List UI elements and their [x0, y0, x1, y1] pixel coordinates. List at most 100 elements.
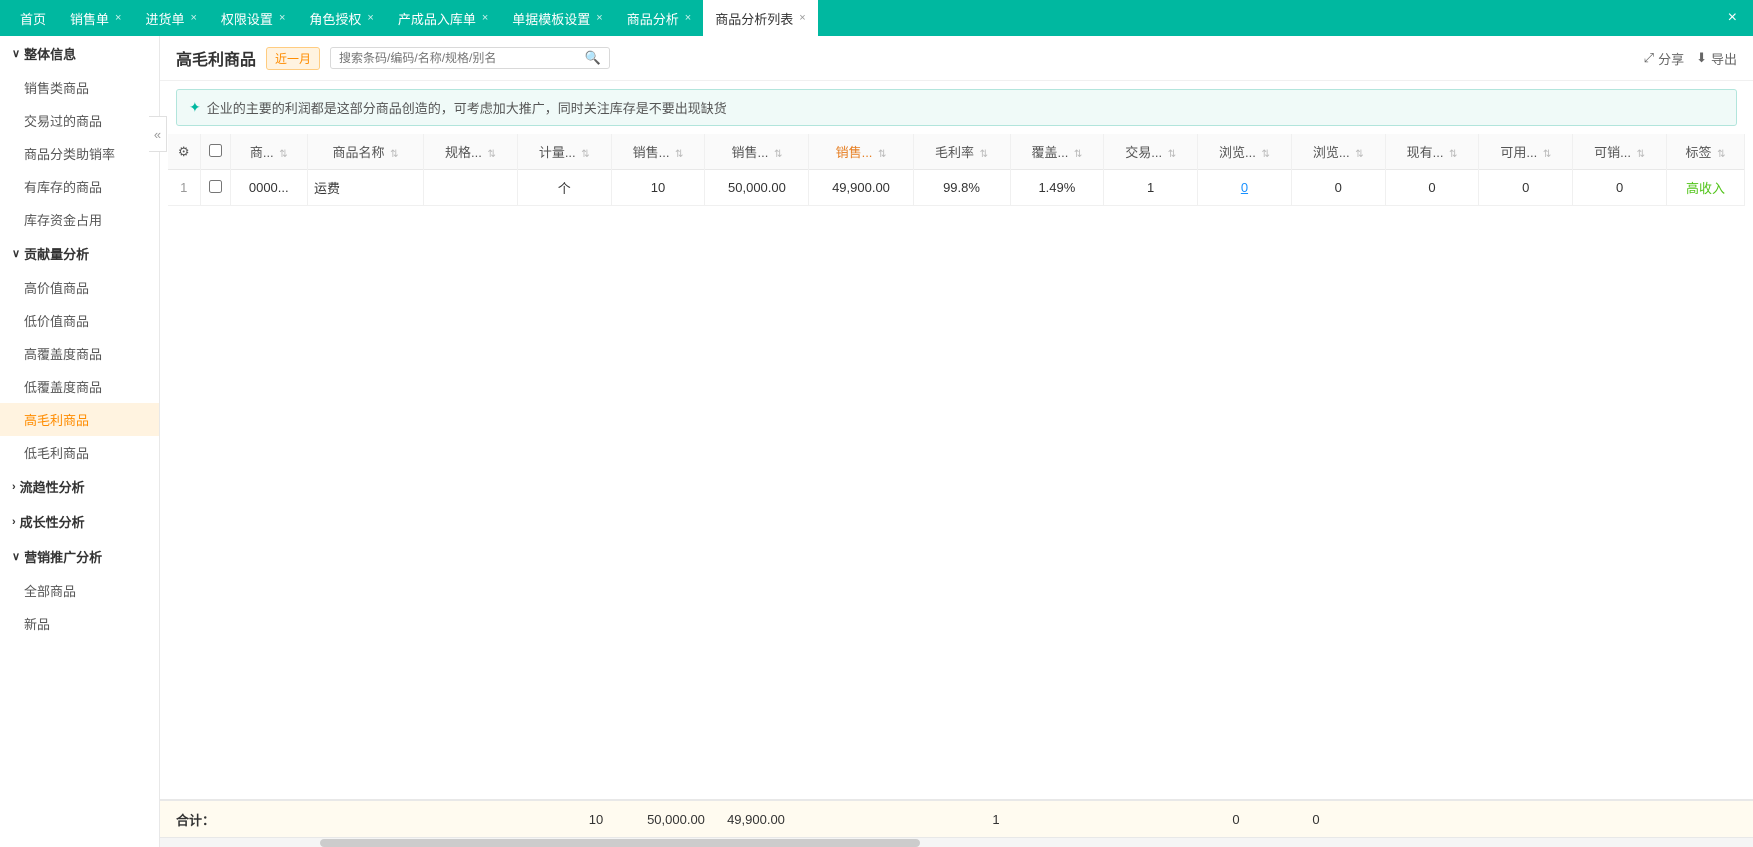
sidebar-group-overall[interactable]: ∨ 整体信息	[0, 36, 159, 71]
sidebar-collapse-button[interactable]: «	[149, 116, 167, 152]
select-all-checkbox[interactable]	[209, 144, 222, 157]
col-sales-qty[interactable]: 销售... ⇅	[611, 134, 705, 170]
nav-item-permissions[interactable]: 权限设置 ×	[209, 0, 297, 36]
sidebar-item-low-margin[interactable]: 低毛利商品	[0, 436, 159, 469]
sidebar-item-category-rate[interactable]: 商品分类助销率	[0, 137, 159, 170]
col-coverage[interactable]: 覆盖... ⇅	[1010, 134, 1104, 170]
export-button[interactable]: ⬇ 导出	[1696, 49, 1737, 68]
sidebar-item-high-margin[interactable]: 高毛利商品	[0, 403, 159, 436]
col-tag[interactable]: 标签 ⇅	[1666, 134, 1744, 170]
nav-item-sales[interactable]: 销售单 ×	[58, 0, 133, 36]
chevron-down-icon: ∨	[12, 550, 20, 563]
nav-close-product-analysis-list[interactable]: ×	[799, 12, 805, 24]
row-code: 0000...	[230, 170, 308, 206]
row-views2: 0	[1291, 170, 1385, 206]
nav-item-roles[interactable]: 角色授权 ×	[297, 0, 385, 36]
table-row: 1 0000... 运费 个 10 50,000.00 49,900.00 99…	[168, 170, 1745, 206]
sidebar-item-stock-capital[interactable]: 库存资金占用	[0, 203, 159, 236]
row-spec	[424, 170, 518, 206]
window-close-button[interactable]: ×	[1720, 9, 1745, 27]
col-current-stock[interactable]: 现有... ⇅	[1385, 134, 1479, 170]
page-title: 高毛利商品	[176, 46, 256, 70]
row-sales-qty: 10	[611, 170, 705, 206]
time-filter-button[interactable]: 近一月	[266, 47, 320, 70]
nav-close-purchase[interactable]: ×	[190, 12, 196, 24]
sidebar-group-growth[interactable]: › 成长性分析	[0, 504, 159, 539]
col-code[interactable]: 商... ⇅	[230, 134, 308, 170]
col-available[interactable]: 可用... ⇅	[1479, 134, 1573, 170]
footer-current-stock: 0	[1196, 812, 1276, 827]
sidebar-group-marketing[interactable]: ∨ 营销推广分析	[0, 539, 159, 574]
nav-close-sales[interactable]: ×	[115, 12, 121, 24]
export-icon: ⬇	[1696, 50, 1707, 66]
nav-item-purchase[interactable]: 进货单 ×	[133, 0, 208, 36]
sidebar-item-high-value[interactable]: 高价值商品	[0, 271, 159, 304]
footer-bar: 合计： 10 50,000.00 49,900.00 1 0 0	[160, 799, 1753, 837]
nav-close-product-inbound[interactable]: ×	[482, 12, 488, 24]
nav-item-product-analysis-list[interactable]: 商品分析列表 ×	[703, 0, 817, 36]
footer-sales-cost: 49,900.00	[716, 812, 796, 827]
nav-item-home[interactable]: 首页	[8, 0, 58, 36]
col-views1[interactable]: 浏览... ⇅	[1198, 134, 1292, 170]
row-sales-cost: 49,900.00	[809, 170, 913, 206]
share-button[interactable]: ⤢ 分享	[1644, 49, 1684, 68]
col-spec[interactable]: 规格... ⇅	[424, 134, 518, 170]
row-name: 运费	[308, 170, 424, 206]
row-unit: 个	[517, 170, 611, 206]
sidebar-item-low-value[interactable]: 低价值商品	[0, 304, 159, 337]
table-container[interactable]: ⚙ 商... ⇅ 商品名称 ⇅ 规格... ⇅ 计量... ⇅ 销售... ⇅ …	[160, 134, 1753, 799]
sidebar: ∨ 整体信息 销售类商品 交易过的商品 商品分类助销率 有库存的商品 库存资金占…	[0, 36, 160, 847]
col-name[interactable]: 商品名称 ⇅	[308, 134, 424, 170]
sidebar-item-all-goods[interactable]: 全部商品	[0, 574, 159, 607]
sidebar-item-high-coverage[interactable]: 高覆盖度商品	[0, 337, 159, 370]
sidebar-item-low-coverage[interactable]: 低覆盖度商品	[0, 370, 159, 403]
data-table: ⚙ 商... ⇅ 商品名称 ⇅ 规格... ⇅ 计量... ⇅ 销售... ⇅ …	[168, 134, 1745, 206]
col-settings[interactable]: ⚙	[168, 134, 200, 170]
row-available: 0	[1479, 170, 1573, 206]
sidebar-item-in-stock[interactable]: 有库存的商品	[0, 170, 159, 203]
sidebar-group-contribution[interactable]: ∨ 贡献量分析	[0, 236, 159, 271]
chevron-right-icon: ›	[12, 481, 16, 493]
col-views2[interactable]: 浏览... ⇅	[1291, 134, 1385, 170]
content-header: 高毛利商品 近一月 🔍 ⤢ 分享 ⬇ 导出	[160, 36, 1753, 81]
row-select-checkbox[interactable]	[209, 180, 222, 193]
row-gross-margin: 99.8%	[913, 170, 1010, 206]
horizontal-scrollbar[interactable]	[160, 837, 1753, 847]
search-icon[interactable]: 🔍	[585, 50, 601, 66]
top-navigation: 首页 销售单 × 进货单 × 权限设置 × 角色授权 × 产成品入库单 × 单据…	[0, 0, 1753, 36]
row-current-stock: 0	[1385, 170, 1479, 206]
col-gross-margin[interactable]: 毛利率 ⇅	[913, 134, 1010, 170]
col-sales-cost[interactable]: 销售... ⇅	[809, 134, 913, 170]
header-actions: ⤢ 分享 ⬇ 导出	[1644, 49, 1737, 68]
nav-item-product-inbound[interactable]: 产成品入库单 ×	[386, 0, 500, 36]
row-num: 1	[168, 170, 200, 206]
nav-item-product-analysis[interactable]: 商品分析 ×	[615, 0, 703, 36]
footer-transaction: 1	[956, 812, 1036, 827]
col-checkbox[interactable]	[200, 134, 230, 170]
col-unit[interactable]: 计量... ⇅	[517, 134, 611, 170]
sidebar-item-new-goods[interactable]: 新品	[0, 607, 159, 640]
sidebar-group-trend[interactable]: › 流趋性分析	[0, 469, 159, 504]
sidebar-item-traded-goods[interactable]: 交易过的商品	[0, 104, 159, 137]
row-transaction: 1	[1104, 170, 1198, 206]
nav-close-product-analysis[interactable]: ×	[685, 12, 691, 24]
col-transaction[interactable]: 交易... ⇅	[1104, 134, 1198, 170]
col-sales-amount[interactable]: 销售... ⇅	[705, 134, 809, 170]
nav-item-template-settings[interactable]: 单据模板设置 ×	[500, 0, 614, 36]
row-coverage: 1.49%	[1010, 170, 1104, 206]
row-tag: 高收入	[1666, 170, 1744, 206]
search-box: 🔍	[330, 47, 610, 69]
chevron-down-icon: ∨	[12, 247, 20, 260]
table-header-row: ⚙ 商... ⇅ 商品名称 ⇅ 规格... ⇅ 计量... ⇅ 销售... ⇅ …	[168, 134, 1745, 170]
col-sellable[interactable]: 可销... ⇅	[1573, 134, 1667, 170]
scrollbar-thumb[interactable]	[320, 839, 920, 847]
nav-close-template-settings[interactable]: ×	[596, 12, 602, 24]
nav-close-roles[interactable]: ×	[367, 12, 373, 24]
footer-available: 0	[1276, 812, 1356, 827]
row-checkbox[interactable]	[200, 170, 230, 206]
chevron-right-icon: ›	[12, 516, 16, 528]
search-input[interactable]	[339, 51, 579, 65]
footer-label: 合计：	[176, 810, 236, 829]
sidebar-item-sales-goods[interactable]: 销售类商品	[0, 71, 159, 104]
nav-close-permissions[interactable]: ×	[279, 12, 285, 24]
